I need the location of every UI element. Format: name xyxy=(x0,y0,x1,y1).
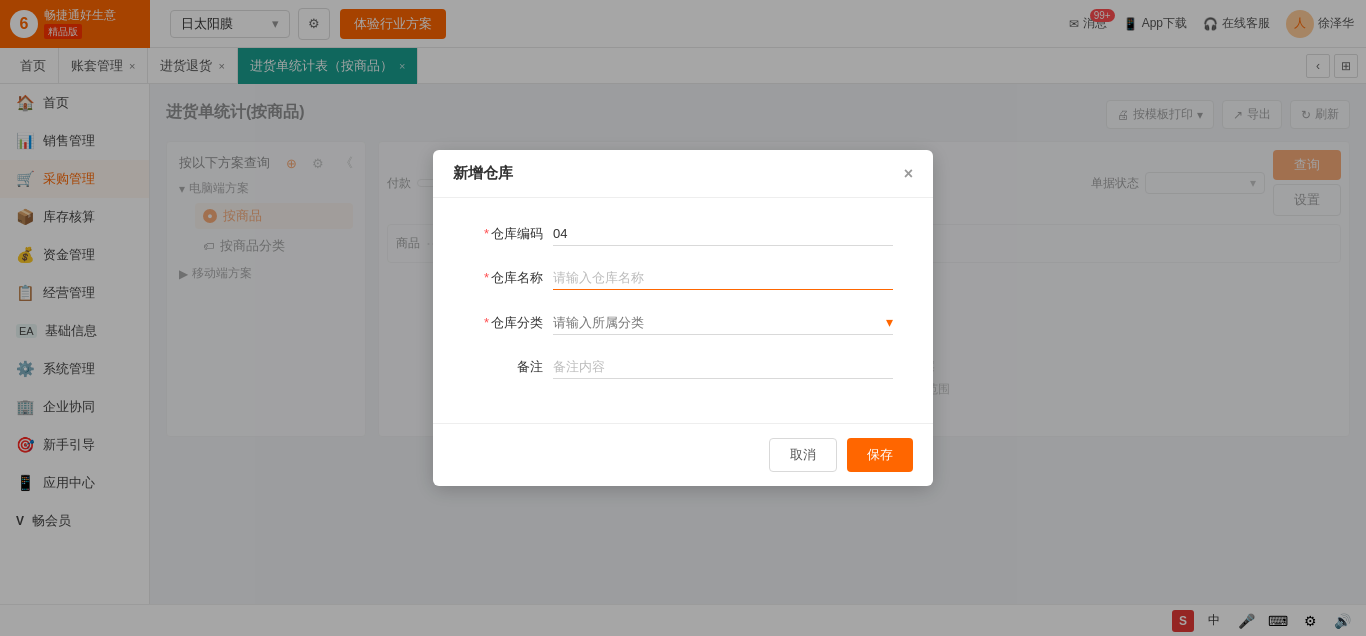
warehouse-name-input[interactable] xyxy=(553,266,893,290)
warehouse-code-label: *仓库编码 xyxy=(473,225,553,243)
category-dropdown-arrow: ▾ xyxy=(886,314,893,330)
warehouse-category-row: *仓库分类 ▾ xyxy=(473,310,893,335)
warehouse-category-input[interactable] xyxy=(553,315,886,330)
new-warehouse-dialog: 新增仓库 × *仓库编码 *仓库名称 *仓库分类 xyxy=(433,150,933,486)
warehouse-name-row: *仓库名称 xyxy=(473,266,893,290)
dialog-footer: 取消 保存 xyxy=(433,423,933,486)
dialog-overlay: 新增仓库 × *仓库编码 *仓库名称 *仓库分类 xyxy=(0,0,1366,636)
cancel-button[interactable]: 取消 xyxy=(769,438,837,472)
warehouse-name-label: *仓库名称 xyxy=(473,269,553,287)
dialog-title: 新增仓库 xyxy=(453,164,513,183)
dialog-body: *仓库编码 *仓库名称 *仓库分类 ▾ xyxy=(433,198,933,423)
dialog-close-button[interactable]: × xyxy=(904,165,913,183)
notes-input[interactable] xyxy=(553,355,893,379)
dialog-header: 新增仓库 × xyxy=(433,150,933,198)
warehouse-code-row: *仓库编码 xyxy=(473,222,893,246)
notes-row: 备注 xyxy=(473,355,893,379)
warehouse-category-select[interactable]: ▾ xyxy=(553,310,893,335)
warehouse-code-input[interactable] xyxy=(553,222,893,246)
save-button[interactable]: 保存 xyxy=(847,438,913,472)
notes-label: 备注 xyxy=(473,358,553,376)
warehouse-category-label: *仓库分类 xyxy=(473,314,553,332)
